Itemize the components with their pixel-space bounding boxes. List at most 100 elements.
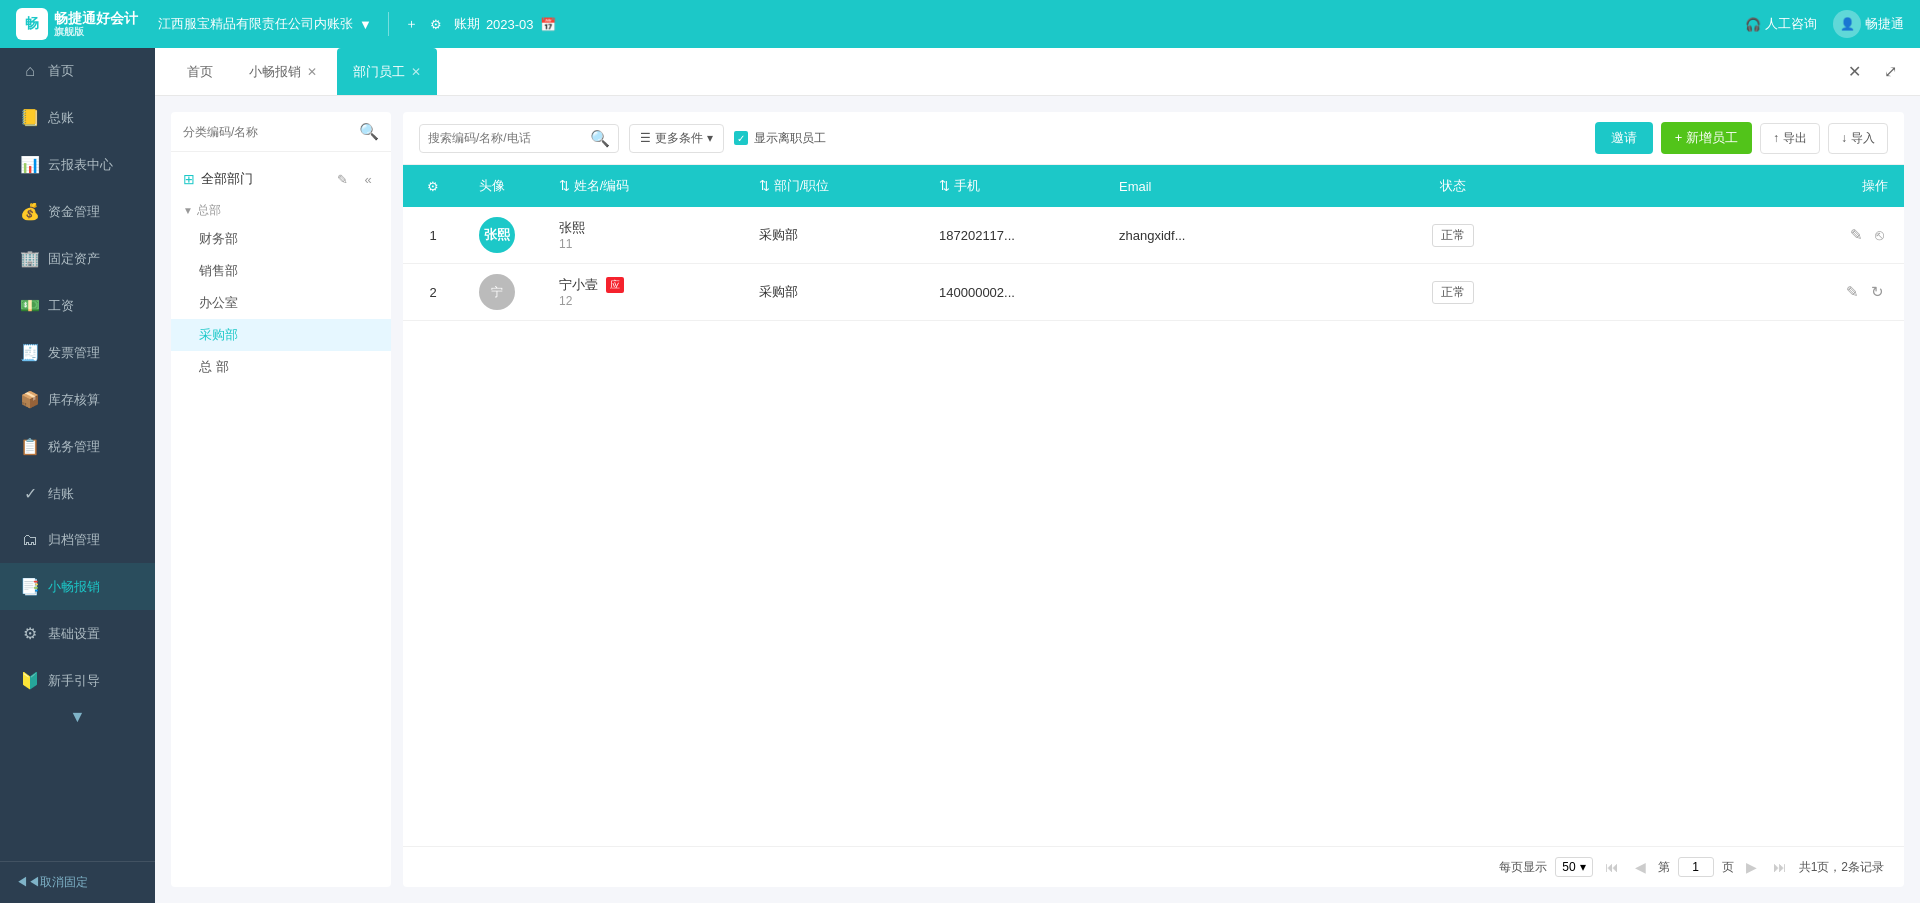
dept-search-icon[interactable]: 🔍 <box>359 122 379 141</box>
th-settings[interactable]: ⚙ <box>403 165 463 207</box>
sidebar: ⌂ 首页 📒 总账 📊 云报表中心 💰 资金管理 🏢 固定资产 💵 工资 🧾 发… <box>0 48 155 903</box>
sidebar-item-inventory[interactable]: 📦 库存核算 <box>0 376 155 423</box>
prev-page-button[interactable]: ◀ <box>1631 857 1650 877</box>
sidebar-item-tax[interactable]: 📋 税务管理 <box>0 423 155 470</box>
dept-search-input[interactable] <box>183 125 353 139</box>
edit-button[interactable]: ✎ <box>1846 224 1867 246</box>
sidebar-item-ledger[interactable]: 📒 总账 <box>0 94 155 141</box>
header-right: 🎧 人工咨询 👤 畅捷通 <box>1745 10 1904 38</box>
sidebar-item-payroll[interactable]: 💵 工资 <box>0 282 155 329</box>
scroll-down-icon: ▼ <box>70 708 86 726</box>
row-phone: 140000002... <box>923 264 1103 321</box>
more-filter-button[interactable]: ☰ 更多条件 ▾ <box>629 124 724 153</box>
tabs-right: ✕ ⤢ <box>1840 58 1904 86</box>
row-status: 正常 <box>1303 264 1603 321</box>
cancel-fixed-button[interactable]: ◀◀取消固定 <box>0 861 155 903</box>
sort-icon: ⇅ <box>939 178 954 193</box>
user-name: 畅捷通 <box>1865 15 1904 33</box>
settings-gear-button[interactable]: ⚙ <box>430 17 442 32</box>
tab-expense-close[interactable]: ✕ <box>307 65 317 79</box>
tab-department[interactable]: 部门员工 ✕ <box>337 48 437 95</box>
dept-item-general[interactable]: 总 部 <box>171 351 391 383</box>
show-resigned-checkbox[interactable]: ✓ 显示离职员工 <box>734 130 826 147</box>
sidebar-item-funds[interactable]: 💰 资金管理 <box>0 188 155 235</box>
dept-section-general[interactable]: ▼ 总部 <box>171 198 391 223</box>
company-selector[interactable]: 江西服宝精品有限责任公司内账张 ▼ <box>158 15 372 33</box>
invoice-icon: 🧾 <box>20 343 40 362</box>
per-page-select[interactable]: 50 ▾ <box>1555 857 1592 877</box>
sidebar-item-expense[interactable]: 📑 小畅报销 <box>0 563 155 610</box>
assets-icon: 🏢 <box>20 249 40 268</box>
next-page-button[interactable]: ▶ <box>1742 857 1761 877</box>
sidebar-item-label: 新手引导 <box>48 672 100 690</box>
tab-department-close[interactable]: ✕ <box>411 65 421 79</box>
tab-close-button[interactable]: ✕ <box>1840 58 1868 86</box>
add-employee-button[interactable]: + 新增员工 <box>1661 122 1752 154</box>
refresh-button[interactable]: ↻ <box>1867 281 1888 303</box>
user-profile[interactable]: 👤 畅捷通 <box>1833 10 1904 38</box>
avatar: 宁 <box>479 274 515 310</box>
dept-item-office[interactable]: 办公室 <box>171 287 391 319</box>
sidebar-item-home[interactable]: ⌂ 首页 <box>0 48 155 94</box>
export-button[interactable]: ↑ 导出 <box>1760 123 1820 154</box>
edit-button[interactable]: ✎ <box>1842 281 1863 303</box>
dept-item-finance[interactable]: 财务部 <box>171 223 391 255</box>
sidebar-item-archive[interactable]: 🗂 归档管理 <box>0 517 155 563</box>
headset-icon: 🎧 <box>1745 17 1761 32</box>
employee-search-wrap: 🔍 <box>419 124 619 153</box>
first-page-button[interactable]: ⏮ <box>1601 857 1623 877</box>
table-header-row: ⚙ 头像 ⇅ 姓名/编码 ⇅ <box>403 165 1904 207</box>
page-unit: 页 <box>1722 859 1734 876</box>
status-badge: 正常 <box>1432 224 1474 247</box>
pagination-bar: 每页显示 50 ▾ ⏮ ◀ 第 页 ▶ ⏭ 共1页，2条记录 <box>403 846 1904 887</box>
guide-icon: 🔰 <box>20 671 40 690</box>
last-page-button[interactable]: ⏭ <box>1769 857 1791 877</box>
dept-item-purchasing[interactable]: 采购部 <box>171 319 391 351</box>
page-input[interactable] <box>1678 857 1714 877</box>
sort-icon: ⇅ <box>559 178 574 193</box>
employee-search-input[interactable] <box>428 131 586 145</box>
th-name-code[interactable]: ⇅ 姓名/编码 <box>543 165 743 207</box>
sidebar-item-reports[interactable]: 📊 云报表中心 <box>0 141 155 188</box>
tax-icon: 📋 <box>20 437 40 456</box>
app-title: 畅捷通好会计 <box>54 10 138 27</box>
tab-home[interactable]: 首页 <box>171 48 229 95</box>
dept-item-sales[interactable]: 销售部 <box>171 255 391 287</box>
all-departments-header[interactable]: ⊞ 全部部门 ✎ « <box>171 160 391 198</box>
import-button[interactable]: ↓ 导入 <box>1828 123 1888 154</box>
invite-label: 邀请 <box>1611 130 1637 145</box>
dept-group-head: ▼ 总部 财务部 销售部 办公室 采购部 <box>171 198 391 383</box>
logout-button[interactable]: ⎋ <box>1871 224 1888 245</box>
dept-collapse-button[interactable]: « <box>357 168 379 190</box>
app-subtitle: 旗舰版 <box>54 26 138 38</box>
sidebar-item-label: 发票管理 <box>48 344 100 362</box>
dept-edit-button[interactable]: ✎ <box>331 168 353 190</box>
add-button[interactable]: ＋ <box>405 15 418 33</box>
sidebar-item-label: 归档管理 <box>48 531 100 549</box>
tab-department-label: 部门员工 <box>353 63 405 81</box>
tab-expand-button[interactable]: ⤢ <box>1876 58 1904 86</box>
ledger-icon: 📒 <box>20 108 40 127</box>
inventory-icon: 📦 <box>20 390 40 409</box>
employee-search-icon[interactable]: 🔍 <box>590 129 610 148</box>
table-row: 2 宁 宁小壹 应 <box>403 264 1904 321</box>
total-label: 共1页，2条记录 <box>1799 859 1884 876</box>
employee-data-table: ⚙ 头像 ⇅ 姓名/编码 ⇅ <box>403 165 1904 321</box>
sidebar-item-invoice[interactable]: 🧾 发票管理 <box>0 329 155 376</box>
triangle-icon: ▼ <box>183 205 193 216</box>
sidebar-scroll-down[interactable]: ▼ <box>0 704 155 730</box>
dept-head-label: 总部 <box>197 202 221 219</box>
sidebar-item-checkout[interactable]: ✓ 结账 <box>0 470 155 517</box>
sidebar-item-assets[interactable]: 🏢 固定资产 <box>0 235 155 282</box>
row-index: 1 <box>403 207 463 264</box>
tab-expense[interactable]: 小畅报销 ✕ <box>233 48 333 95</box>
calendar-icon: 📅 <box>540 17 556 32</box>
sidebar-item-guide[interactable]: 🔰 新手引导 <box>0 657 155 704</box>
sidebar-item-settings[interactable]: ⚙ 基础设置 <box>0 610 155 657</box>
th-phone[interactable]: ⇅ 手机 <box>923 165 1103 207</box>
top-header: 畅 畅捷通好会计 旗舰版 江西服宝精品有限责任公司内账张 ▼ ＋ ⚙ 账期 20… <box>0 0 1920 48</box>
invite-button[interactable]: 邀请 <box>1595 122 1653 154</box>
main-layout: ⌂ 首页 📒 总账 📊 云报表中心 💰 资金管理 🏢 固定资产 💵 工资 🧾 发… <box>0 48 1920 903</box>
th-dept-role[interactable]: ⇅ 部门/职位 <box>743 165 923 207</box>
support-button[interactable]: 🎧 人工咨询 <box>1745 15 1817 33</box>
